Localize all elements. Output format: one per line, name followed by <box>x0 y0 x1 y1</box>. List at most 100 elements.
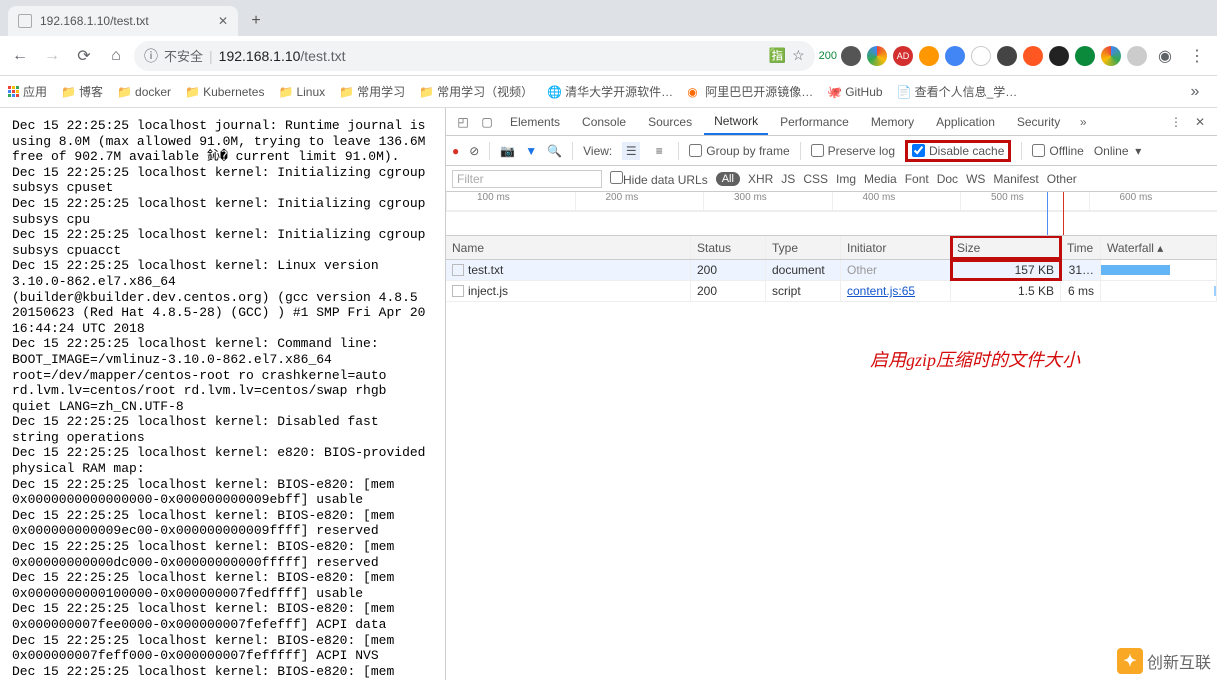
disable-cache-checkbox[interactable]: Disable cache <box>905 140 1011 162</box>
extension-icon[interactable] <box>997 46 1017 66</box>
filter-manifest[interactable]: Manifest <box>993 172 1038 186</box>
extension-icon[interactable] <box>919 46 939 66</box>
cell-type: script <box>766 281 841 301</box>
address-bar[interactable]: ⓘ 不安全 | 192.168.1.10/test.txt 🈯 ☆ <box>134 41 815 71</box>
extension-icon[interactable] <box>1023 46 1043 66</box>
timeline-tick: 300 ms <box>703 192 832 210</box>
folder-icon: 📁 <box>61 85 75 99</box>
col-type[interactable]: Type <box>766 236 841 259</box>
extension-icon[interactable] <box>971 46 991 66</box>
extension-icon[interactable] <box>1101 46 1121 66</box>
forward-button[interactable]: → <box>38 42 66 70</box>
folder-icon: 📁 <box>117 85 131 99</box>
bookmark-folder[interactable]: 📁Kubernetes <box>185 85 264 99</box>
table-row[interactable]: inject.js 200 script content.js:65 1.5 K… <box>446 281 1217 302</box>
extension-icon[interactable] <box>1127 46 1147 66</box>
settings-icon[interactable]: ⋮ <box>1165 115 1187 129</box>
tab-sources[interactable]: Sources <box>638 110 702 134</box>
timeline-tick: 400 ms <box>832 192 961 210</box>
view-detail-icon[interactable]: ≡ <box>650 142 668 160</box>
bookmark-item[interactable]: 🐙GitHub <box>827 85 882 99</box>
tab-application[interactable]: Application <box>926 110 1005 134</box>
col-name[interactable]: Name <box>446 236 691 259</box>
filter-img[interactable]: Img <box>836 172 856 186</box>
translate-icon[interactable]: 🈯 <box>769 47 786 64</box>
bookmarks-bar: 应用 📁博客 📁docker 📁Kubernetes 📁Linux 📁常用学习 … <box>0 76 1217 108</box>
menu-button[interactable]: ⋮ <box>1183 42 1211 70</box>
filter-ws[interactable]: WS <box>966 172 985 186</box>
filter-doc[interactable]: Doc <box>937 172 958 186</box>
url-text: 192.168.1.10/test.txt <box>219 48 346 64</box>
offline-checkbox[interactable]: Offline <box>1032 144 1083 158</box>
col-size[interactable]: Size <box>951 236 1061 259</box>
tab-console[interactable]: Console <box>572 110 636 134</box>
tab-elements[interactable]: Elements <box>500 110 570 134</box>
clear-button[interactable]: ⊘ <box>469 144 479 158</box>
table-row[interactable]: test.txt 200 document Other 157 KB 31… <box>446 260 1217 281</box>
file-icon <box>452 285 464 297</box>
close-devtools-icon[interactable]: ✕ <box>1189 115 1211 129</box>
tab-memory[interactable]: Memory <box>861 110 924 134</box>
bookmark-folder[interactable]: 📁docker <box>117 85 171 99</box>
timeline-tick: 500 ms <box>960 192 1089 210</box>
new-tab-button[interactable]: + <box>244 9 268 33</box>
profile-button[interactable]: ◉ <box>1151 42 1179 70</box>
col-time[interactable]: Time <box>1061 236 1101 259</box>
camera-icon[interactable]: 📷 <box>500 144 515 158</box>
back-button[interactable]: ← <box>6 42 34 70</box>
extension-icon[interactable] <box>945 46 965 66</box>
bookmark-item[interactable]: 🌐清华大学开源软件… <box>547 83 673 100</box>
filter-icon[interactable]: ▼ <box>525 144 537 158</box>
col-waterfall[interactable]: Waterfall ▴ <box>1101 236 1217 259</box>
search-icon[interactable]: 🔍 <box>547 144 562 158</box>
filter-input[interactable]: Filter <box>452 170 602 188</box>
extension-icon[interactable] <box>1049 46 1069 66</box>
page-icon: ◉ <box>687 85 701 99</box>
close-icon[interactable]: ✕ <box>218 14 228 28</box>
apps-button[interactable]: 应用 <box>8 83 47 100</box>
filter-all[interactable]: All <box>716 172 740 186</box>
extension-icon[interactable] <box>867 46 887 66</box>
bookmark-folder[interactable]: 📁常用学习 <box>339 83 405 100</box>
table-header[interactable]: Name Status Type Initiator Size Time Wat… <box>446 236 1217 260</box>
timeline-tick: 600 ms <box>1089 192 1217 210</box>
throttling-select[interactable]: Online ▾ <box>1094 144 1141 158</box>
more-tabs-icon[interactable]: » <box>1072 115 1094 129</box>
preserve-log-checkbox[interactable]: Preserve log <box>811 144 895 158</box>
cell-initiator: Other <box>841 260 951 280</box>
filter-css[interactable]: CSS <box>803 172 828 186</box>
home-button[interactable]: ⌂ <box>102 42 130 70</box>
watermark: ✦ 创新互联 <box>1117 648 1211 674</box>
watermark-logo: ✦ <box>1117 648 1143 674</box>
bookmark-folder[interactable]: 📁Linux <box>278 85 325 99</box>
bookmark-folder[interactable]: 📁博客 <box>61 83 103 100</box>
bookmarks-overflow[interactable]: » <box>1181 78 1209 106</box>
filter-font[interactable]: Font <box>905 172 929 186</box>
col-initiator[interactable]: Initiator <box>841 236 951 259</box>
view-list-icon[interactable]: ☰ <box>622 142 640 160</box>
bookmark-item[interactable]: 📄查看个人信息_学… <box>897 83 1018 100</box>
browser-tab[interactable]: 192.168.1.10/test.txt ✕ <box>8 6 238 36</box>
filter-js[interactable]: JS <box>781 172 795 186</box>
col-status[interactable]: Status <box>691 236 766 259</box>
tab-performance[interactable]: Performance <box>770 110 859 134</box>
folder-icon: 📁 <box>185 85 199 99</box>
bookmark-item[interactable]: ◉阿里巴巴开源镜像… <box>687 83 813 100</box>
group-by-frame-checkbox[interactable]: Group by frame <box>689 144 789 158</box>
record-button[interactable]: ● <box>452 144 459 158</box>
reload-button[interactable]: ⟳ <box>70 42 98 70</box>
extension-icon[interactable] <box>1075 46 1095 66</box>
star-icon[interactable]: ☆ <box>792 47 805 64</box>
tab-network[interactable]: Network <box>704 109 768 135</box>
filter-other[interactable]: Other <box>1047 172 1077 186</box>
filter-media[interactable]: Media <box>864 172 897 186</box>
hide-data-urls-checkbox[interactable]: Hide data URLs <box>610 171 708 187</box>
adblock-icon[interactable]: AD <box>893 46 913 66</box>
bookmark-folder[interactable]: 📁常用学习（视频） <box>419 83 533 100</box>
network-timeline[interactable]: 100 ms 200 ms 300 ms 400 ms 500 ms 600 m… <box>446 192 1217 236</box>
tab-security[interactable]: Security <box>1007 110 1070 134</box>
filter-xhr[interactable]: XHR <box>748 172 773 186</box>
inspect-icon[interactable]: ◰ <box>452 115 474 129</box>
extension-icon[interactable] <box>841 46 861 66</box>
device-toggle-icon[interactable]: ▢ <box>476 115 498 129</box>
